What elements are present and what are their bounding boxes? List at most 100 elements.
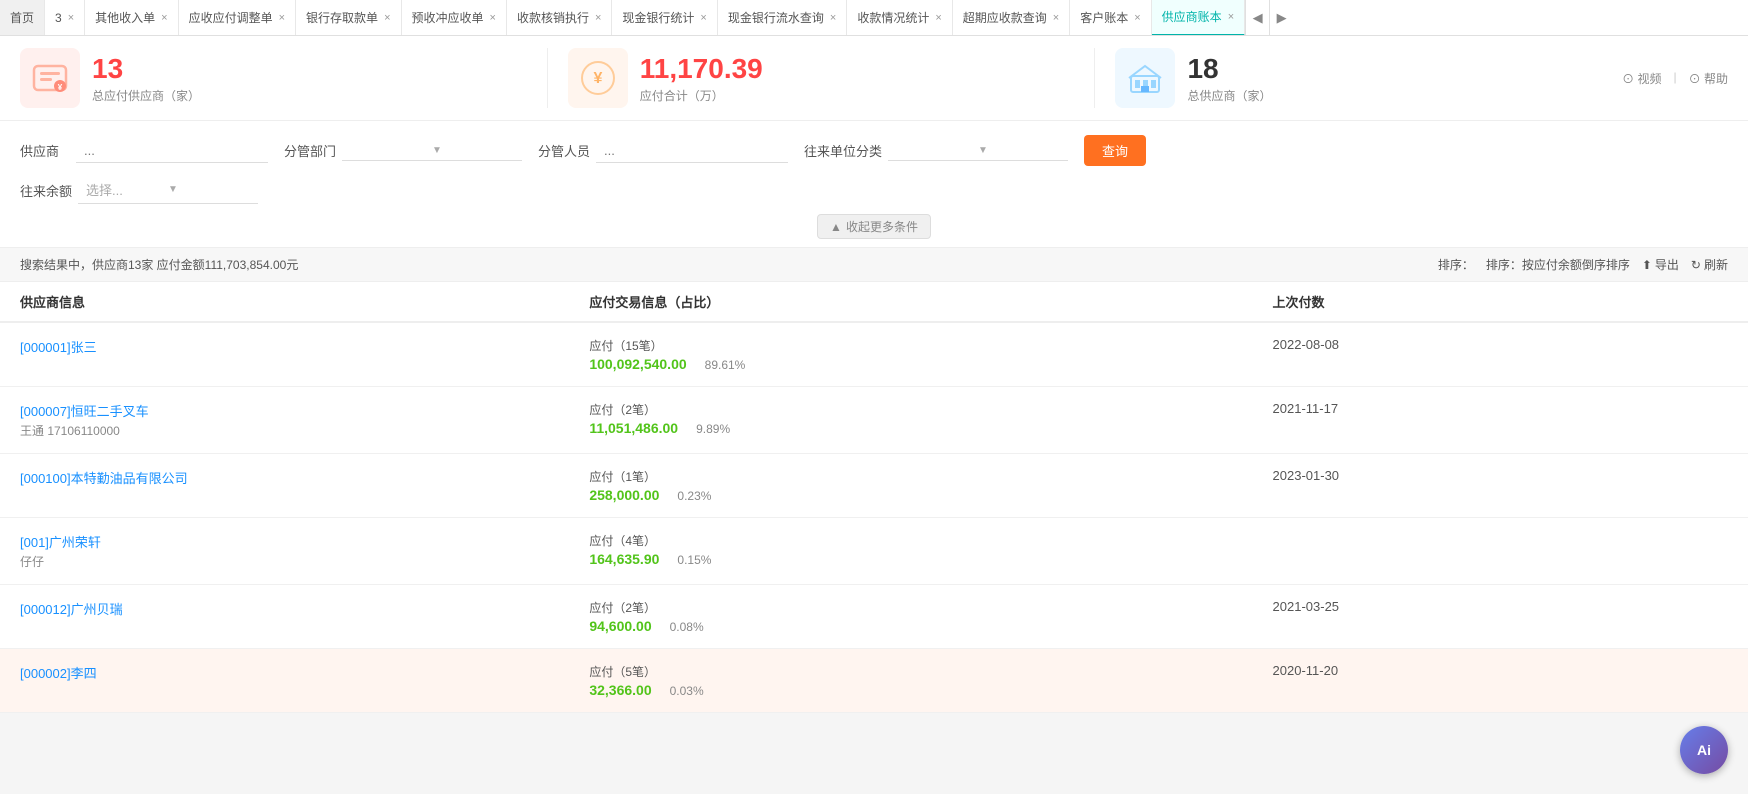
tab-receipt-verify[interactable]: 收款核销执行 × bbox=[507, 0, 612, 36]
refresh-button[interactable]: ↻ 刷新 bbox=[1691, 256, 1728, 273]
lastpay-date-1: 2022-08-08 bbox=[1273, 337, 1340, 352]
trans-pct-5: 0.08% bbox=[670, 620, 704, 634]
lastpay-date-3: 2023-01-30 bbox=[1273, 468, 1340, 483]
category-arrow-icon: ▼ bbox=[978, 145, 1060, 156]
filter-area: 供应商 分管部门 ▼ 分管人员 往来单位分类 ▼ 查询 往来余额 选择 bbox=[0, 121, 1748, 248]
trans-amount-1[interactable]: 100,092,540.00 bbox=[589, 356, 686, 372]
filter-row-1: 供应商 分管部门 ▼ 分管人员 往来单位分类 ▼ 查询 bbox=[20, 135, 1728, 166]
export-button[interactable]: ⬆ 导出 bbox=[1642, 256, 1679, 273]
lastpay-date-2: 2021-11-17 bbox=[1273, 401, 1339, 416]
tab-3-close[interactable]: × bbox=[68, 12, 74, 24]
balance-arrow-icon: ▼ bbox=[168, 184, 250, 195]
tab-ar-ap-adjust[interactable]: 应收应付调整单 × bbox=[179, 0, 296, 36]
table-row: [000001]张三 应付（15笔） 100,092,540.00 89.61%… bbox=[0, 323, 1748, 387]
tab-receipt-stats[interactable]: 收款情况统计 × bbox=[847, 0, 952, 36]
supplier-link-3[interactable]: [000100]本特勤油品有限公司 bbox=[20, 471, 188, 486]
collapse-label: 收起更多条件 bbox=[846, 218, 918, 235]
tab-cash-bank-stats[interactable]: 现金银行统计 × bbox=[612, 0, 717, 36]
trans-row-2: 11,051,486.00 9.89% bbox=[589, 420, 1272, 436]
lastpay-1: 2022-08-08 bbox=[1273, 337, 1728, 352]
trans-amount-2[interactable]: 11,051,486.00 bbox=[589, 420, 678, 436]
sort-select[interactable]: 排序：按应付余额倒序排序 bbox=[1486, 256, 1630, 273]
tab-other-income[interactable]: 其他收入单 × bbox=[85, 0, 178, 36]
svg-text:¥: ¥ bbox=[593, 70, 602, 87]
tab-ar-ap-adjust-close[interactable]: × bbox=[279, 12, 285, 24]
tab-receipt-stats-close[interactable]: × bbox=[935, 12, 941, 24]
tab-bank-deposit-label: 银行存取款单 bbox=[306, 9, 378, 26]
transaction-info-3: 应付（1笔） 258,000.00 0.23% bbox=[589, 468, 1272, 503]
trans-amount-3[interactable]: 258,000.00 bbox=[589, 487, 659, 503]
person-input[interactable] bbox=[596, 139, 788, 163]
supplier-link-2[interactable]: [000007]恒旺二手叉车 bbox=[20, 404, 149, 419]
supplier-link-5[interactable]: [000012]广州贝瑞 bbox=[20, 602, 123, 617]
payable-total-icon: ¥ bbox=[568, 48, 628, 108]
supplier-link-4[interactable]: [001]广州荣轩 bbox=[20, 535, 101, 550]
ai-button[interactable]: Ai bbox=[1680, 726, 1728, 774]
tab-3-label: 3 bbox=[55, 11, 62, 25]
trans-label-5: 应付（2笔） bbox=[589, 599, 1272, 616]
top-navigation: 首页 3 × 其他收入单 × 应收应付调整单 × 银行存取款单 × 预收冲应收单… bbox=[0, 0, 1748, 36]
trans-pct-4: 0.15% bbox=[677, 553, 711, 567]
stat-text-payable-total: 11,170.39 应付合计（万） bbox=[640, 53, 763, 104]
table-row: [000002]李四 应付（5笔） 32,366.00 0.03% 2020-1… bbox=[0, 649, 1748, 713]
total-suppliers-num: 18 bbox=[1187, 53, 1271, 85]
tab-advance-offset-close[interactable]: × bbox=[490, 12, 496, 24]
trans-amount-6[interactable]: 32,366.00 bbox=[589, 682, 651, 698]
refresh-label: 刷新 bbox=[1704, 256, 1728, 273]
tab-3[interactable]: 3 × bbox=[45, 0, 85, 36]
payable-total-num: 11,170.39 bbox=[640, 53, 763, 85]
tab-home[interactable]: 首页 bbox=[0, 0, 45, 36]
svg-text:¥: ¥ bbox=[58, 83, 63, 92]
balance-label: 往来余额 bbox=[20, 181, 72, 200]
nav-prev[interactable]: ◀ bbox=[1245, 0, 1269, 36]
category-select[interactable]: ▼ bbox=[888, 141, 1068, 161]
col-header-transaction: 应付交易信息（占比） bbox=[589, 292, 1272, 311]
refresh-icon: ↻ bbox=[1691, 258, 1701, 272]
trans-label-2: 应付（2笔） bbox=[589, 401, 1272, 418]
transaction-info-5: 应付（2笔） 94,600.00 0.08% bbox=[589, 599, 1272, 634]
dept-select[interactable]: ▼ bbox=[342, 141, 522, 161]
query-button[interactable]: 查询 bbox=[1084, 135, 1146, 166]
trans-amount-5[interactable]: 94,600.00 bbox=[589, 618, 651, 634]
supplier-info-1: [000001]张三 bbox=[20, 337, 589, 356]
sort-label: 排序： bbox=[1438, 256, 1474, 273]
export-icon: ⬆ bbox=[1642, 258, 1652, 272]
help-link[interactable]: ⊙ 帮助 bbox=[1689, 70, 1728, 87]
tab-supplier-ledger[interactable]: 供应商账本 × bbox=[1152, 0, 1245, 36]
tab-bank-deposit[interactable]: 银行存取款单 × bbox=[296, 0, 401, 36]
stat-text-payable-suppliers: 13 总应付供应商（家） bbox=[92, 53, 200, 104]
video-link[interactable]: ⊙ 视频 bbox=[1622, 70, 1661, 87]
result-summary: 搜索结果中，供应商13家 应付金额111,703,854.00元 bbox=[20, 256, 298, 273]
tab-cash-flow-close[interactable]: × bbox=[830, 12, 836, 24]
tab-other-income-close[interactable]: × bbox=[161, 12, 167, 24]
supplier-input[interactable] bbox=[76, 139, 268, 163]
trans-amount-4[interactable]: 164,635.90 bbox=[589, 551, 659, 567]
tab-overdue-ar-close[interactable]: × bbox=[1053, 12, 1059, 24]
table-row: [000007]恒旺二手叉车 王通 17106110000 应付（2笔） 11,… bbox=[0, 387, 1748, 454]
tab-receipt-verify-close[interactable]: × bbox=[595, 12, 601, 24]
supplier-link-1[interactable]: [000001]张三 bbox=[20, 340, 97, 355]
tab-advance-offset[interactable]: 预收冲应收单 × bbox=[402, 0, 507, 36]
trans-detail-6: 应付（5笔） 32,366.00 0.03% bbox=[589, 663, 1272, 698]
tab-bank-deposit-close[interactable]: × bbox=[384, 12, 390, 24]
lastpay-5: 2021-03-25 bbox=[1273, 599, 1728, 614]
transaction-info-4: 应付（4笔） 164,635.90 0.15% bbox=[589, 532, 1272, 567]
tab-customer-ledger[interactable]: 客户账本 × bbox=[1070, 0, 1151, 36]
payable-supplier-icon: ¥ bbox=[20, 48, 80, 108]
trans-label-1: 应付（15笔） bbox=[589, 337, 1272, 354]
supplier-link-6[interactable]: [000002]李四 bbox=[20, 666, 97, 681]
balance-select[interactable]: 选择... ▼ bbox=[78, 176, 258, 204]
supplier-info-2: [000007]恒旺二手叉车 王通 17106110000 bbox=[20, 401, 589, 439]
collapse-button[interactable]: ▲ 收起更多条件 bbox=[817, 214, 931, 239]
nav-next[interactable]: ▶ bbox=[1269, 0, 1293, 36]
tab-customer-ledger-close[interactable]: × bbox=[1134, 12, 1140, 24]
ai-button-label: Ai bbox=[1697, 742, 1711, 758]
trans-detail-2: 应付（2笔） 11,051,486.00 9.89% bbox=[589, 401, 1272, 436]
tab-cash-bank-stats-close[interactable]: × bbox=[700, 12, 706, 24]
table-row: [000012]广州贝瑞 应付（2笔） 94,600.00 0.08% 2021… bbox=[0, 585, 1748, 649]
tab-overdue-ar[interactable]: 超期应收款查询 × bbox=[953, 0, 1070, 36]
tab-supplier-ledger-close[interactable]: × bbox=[1228, 11, 1234, 23]
tab-cash-flow[interactable]: 现金银行流水查询 × bbox=[718, 0, 847, 36]
tab-advance-offset-label: 预收冲应收单 bbox=[412, 9, 484, 26]
filter-category: 往来单位分类 ▼ bbox=[804, 141, 1068, 161]
